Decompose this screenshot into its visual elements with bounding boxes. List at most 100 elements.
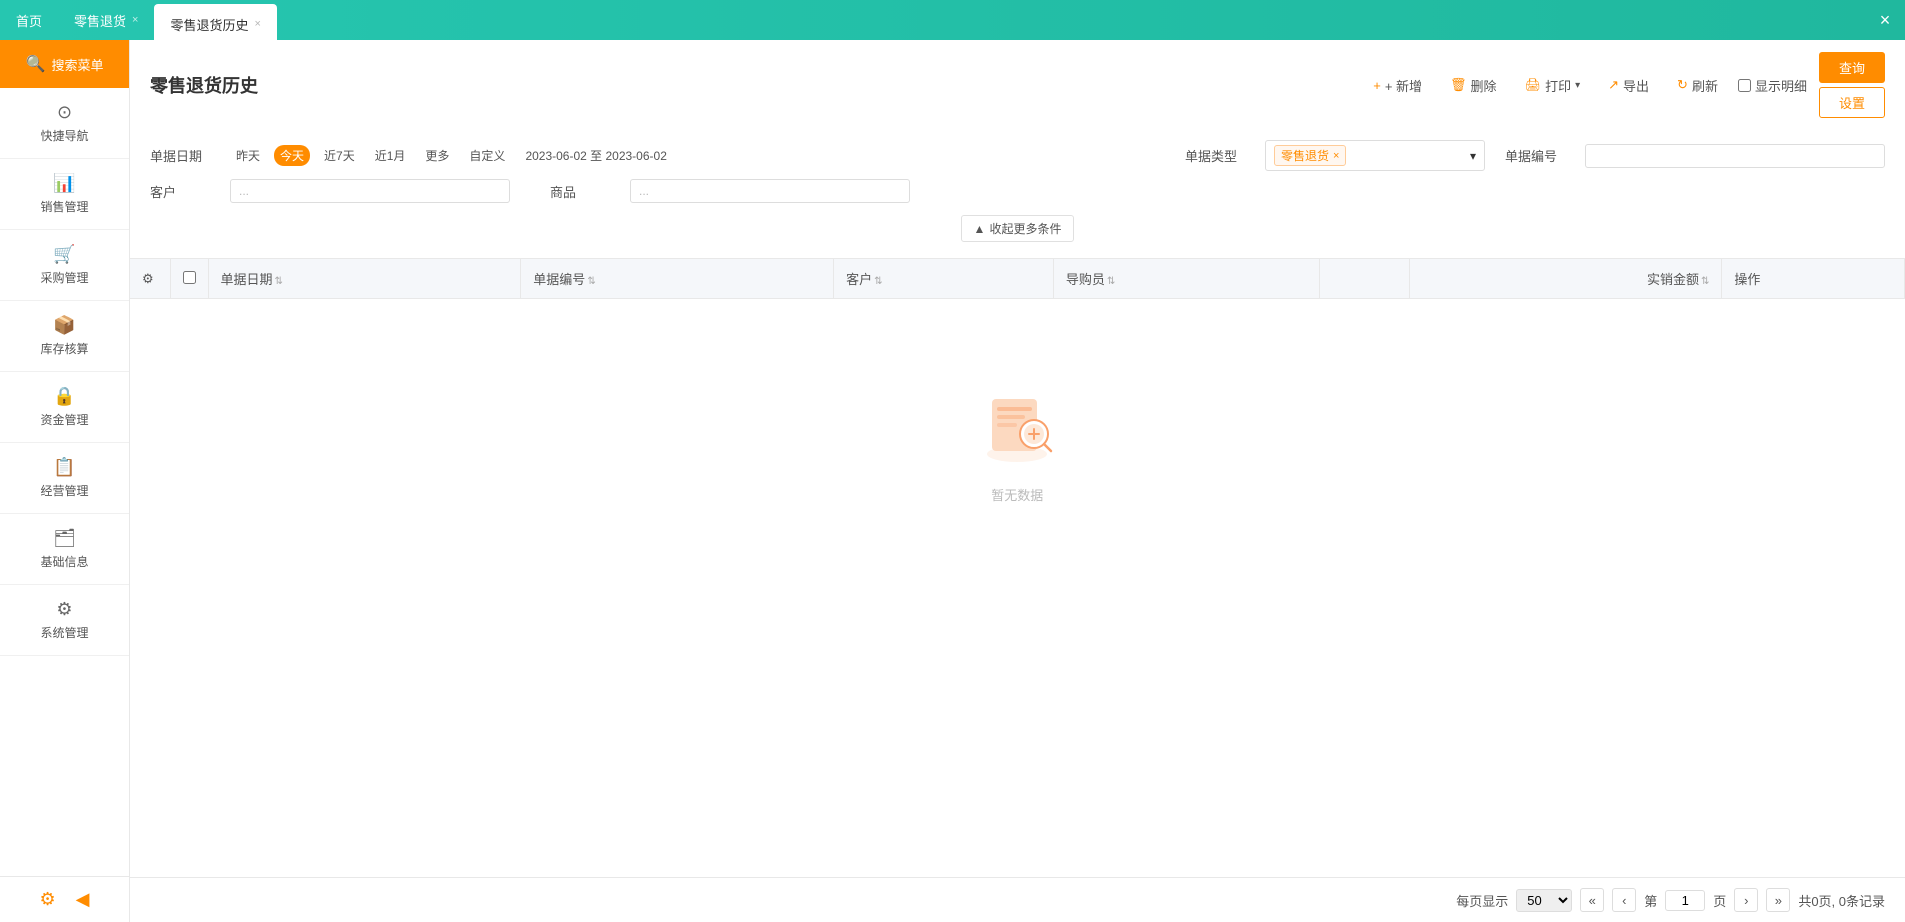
filter-area: 单据日期 昨天 今天 近7天 近1月 更多 自定义 2023-06-02 至 2… (150, 130, 1885, 258)
refresh-button[interactable]: ↻ 刷新 (1669, 72, 1726, 99)
date-opt-more[interactable]: 更多 (419, 145, 455, 166)
sidebar-item-label: 采购管理 (40, 269, 88, 286)
first-page-button[interactable]: « (1580, 888, 1604, 912)
type-filter-label: 单据类型 (1185, 146, 1265, 165)
type-filter-select[interactable]: 零售退货 × ▾ (1265, 140, 1485, 171)
date-opt-1month[interactable]: 近1月 (369, 145, 412, 166)
date-range-display: 2023-06-02 至 2023-06-02 (525, 147, 666, 164)
show-detail-checkbox[interactable] (1738, 79, 1751, 92)
date-opt-custom[interactable]: 自定义 (463, 145, 511, 166)
print-dropdown-icon: ▾ (1575, 80, 1580, 91)
last-page-button[interactable]: » (1766, 888, 1790, 912)
show-detail-label: 显示明细 (1755, 76, 1807, 95)
total-records: 共0页, 0条记录 (1798, 891, 1885, 910)
sort-customer[interactable]: ⇅ (874, 276, 882, 287)
sidebar-item-base-info[interactable]: 🗂 基础信息 (0, 514, 129, 585)
date-options: 昨天 今天 近7天 近1月 更多 自定义 (230, 145, 511, 166)
quick-nav-icon: ⊙ (57, 102, 72, 123)
add-button[interactable]: + + 新增 (1365, 72, 1430, 99)
doc-no-input[interactable] (1585, 144, 1885, 168)
customer-label: 客户 (150, 182, 230, 201)
prev-page-button[interactable]: ‹ (1612, 888, 1636, 912)
sidebar-bottom: ⚙ ◀ (0, 876, 129, 922)
top-bar: 首页 零售退货 × 零售退货历史 × × (0, 0, 1905, 40)
next-page-button[interactable]: › (1734, 888, 1758, 912)
col-doc-date[interactable]: 单据日期⇅ (208, 259, 521, 299)
page-size-select[interactable]: 10 20 50 100 (1516, 889, 1572, 912)
sidebar-item-label: 快捷导航 (40, 127, 88, 144)
settings-button[interactable]: 设置 (1819, 87, 1885, 118)
tab-retail-return-history[interactable]: 零售退货历史 × (154, 4, 276, 44)
col-guide[interactable]: 导购员⇅ (1053, 259, 1319, 299)
sidebar-search[interactable]: 🔍 搜索菜单 (0, 40, 129, 88)
show-detail-checkbox-group: 显示明细 (1738, 76, 1807, 95)
window-close-button[interactable]: × (1865, 0, 1905, 40)
collapse-filter-button[interactable]: ▲ 收起更多条件 (961, 215, 1075, 242)
finance-icon: 🔒 (53, 386, 75, 407)
col-checkbox[interactable] (170, 259, 208, 299)
col-customer[interactable]: 客户⇅ (834, 259, 1054, 299)
date-opt-yesterday[interactable]: 昨天 (230, 145, 266, 166)
date-opt-7days[interactable]: 近7天 (318, 145, 361, 166)
sidebar-item-label: 基础信息 (40, 553, 88, 570)
refresh-icon: ↻ (1677, 77, 1688, 93)
doc-no-label: 单据编号 (1505, 146, 1585, 165)
col-doc-no[interactable]: 单据编号⇅ (521, 259, 834, 299)
sidebar-item-quick-nav[interactable]: ⊙ 快捷导航 (0, 88, 129, 159)
export-icon: ↗ (1608, 77, 1619, 93)
search-icon: 🔍 (26, 54, 46, 74)
sort-doc-no[interactable]: ⇅ (587, 276, 595, 287)
tab-close-retail-return[interactable]: × (132, 14, 138, 26)
tab-close-retail-return-history[interactable]: × (254, 18, 260, 30)
col-spacer (1320, 259, 1409, 299)
tab-retail-return[interactable]: 零售退货 × (58, 0, 154, 40)
sort-doc-date[interactable]: ⇅ (275, 276, 283, 287)
sidebar: 🔍 搜索菜单 ⊙ 快捷导航 📊 销售管理 🛒 采购管理 📦 库存核算 🔒 资金管… (0, 40, 130, 922)
remove-type-tag[interactable]: × (1333, 150, 1339, 162)
col-settings[interactable]: ⚙ (130, 259, 170, 299)
page-size-label: 每页显示 (1456, 891, 1508, 910)
query-button[interactable]: 查询 (1819, 52, 1885, 83)
sidebar-item-operations[interactable]: 📋 经营管理 (0, 443, 129, 514)
empty-state: 暂无数据 (130, 299, 1905, 584)
delete-button[interactable]: 🗑 删除 (1442, 72, 1505, 99)
date-opt-today[interactable]: 今天 (274, 145, 310, 166)
content-area: 零售退货历史 + + 新增 🗑 删除 🖨 打印 ▾ (130, 40, 1905, 922)
filter-row-customer: 客户 ... 商品 ... (150, 179, 1885, 203)
sidebar-item-label: 经营管理 (40, 482, 88, 499)
page-number-input[interactable] (1665, 890, 1705, 911)
system-icon: ⚙ (56, 599, 72, 620)
operations-icon: 📋 (53, 457, 75, 478)
sidebar-item-system[interactable]: ⚙ 系统管理 (0, 585, 129, 656)
goods-label: 商品 (550, 182, 630, 201)
select-all-checkbox[interactable] (183, 271, 196, 284)
sidebar-item-label: 销售管理 (40, 198, 88, 215)
sidebar-item-finance[interactable]: 🔒 资金管理 (0, 372, 129, 443)
type-dropdown-icon: ▾ (1470, 149, 1476, 163)
sidebar-search-label: 搜索菜单 (51, 55, 103, 74)
tab-home[interactable]: 首页 (0, 0, 58, 40)
col-amount[interactable]: 实销金额⇅ (1409, 259, 1722, 299)
sidebar-item-purchase[interactable]: 🛒 采购管理 (0, 230, 129, 301)
export-button[interactable]: ↗ 导出 (1600, 72, 1657, 99)
collapse-sidebar-icon[interactable]: ◀ (76, 889, 90, 910)
filter-row-date: 单据日期 昨天 今天 近7天 近1月 更多 自定义 2023-06-02 至 2… (150, 140, 1885, 171)
purchase-icon: 🛒 (53, 244, 75, 265)
tab-list: 首页 零售退货 × 零售退货历史 × (0, 0, 1865, 40)
print-icon: 🖨 (1525, 77, 1542, 93)
sort-guide[interactable]: ⇅ (1107, 276, 1115, 287)
settings-bottom-icon[interactable]: ⚙ (40, 889, 56, 910)
empty-text: 暂无数据 (991, 485, 1043, 504)
page-header: 零售退货历史 + + 新增 🗑 删除 🖨 打印 ▾ (130, 40, 1905, 259)
pagination: 每页显示 10 20 50 100 « ‹ 第 页 › » 共0页, 0条记录 (130, 877, 1905, 922)
sidebar-item-sales[interactable]: 📊 销售管理 (0, 159, 129, 230)
print-button[interactable]: 🖨 打印 ▾ (1517, 72, 1589, 99)
sort-amount[interactable]: ⇅ (1701, 276, 1709, 287)
table-area: ⚙ 单据日期⇅ 单据编号⇅ 客户⇅ 导购员⇅ 实销金额⇅ 操作 (130, 259, 1905, 877)
empty-illustration (972, 379, 1062, 469)
customer-filter-input[interactable]: ... (230, 179, 510, 203)
goods-filter-input[interactable]: ... (630, 179, 910, 203)
page-unit-label: 页 (1713, 891, 1726, 910)
collapse-icon: ▲ (974, 222, 986, 236)
sidebar-item-inventory[interactable]: 📦 库存核算 (0, 301, 129, 372)
